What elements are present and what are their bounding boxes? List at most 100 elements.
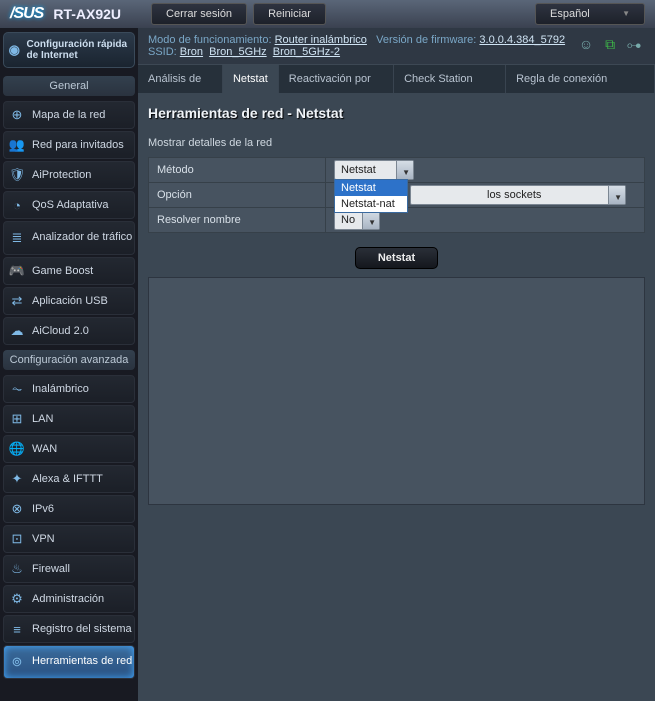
tab-analysis[interactable]: Análisis de red — [138, 65, 223, 93]
wan-icon: 🌐 — [8, 440, 26, 458]
run-netstat-button[interactable]: Netstat — [355, 247, 438, 269]
fw-label: Versión de firmware: — [376, 34, 476, 46]
nav-traffic[interactable]: ≣ Analizador de tráfico — [3, 221, 135, 255]
nav-label: VPN — [32, 533, 55, 545]
gear-icon: ⚙ — [8, 590, 26, 608]
chart-icon: ≣ — [8, 229, 26, 247]
nav-alexa[interactable]: ✦ Alexa & IFTTT — [3, 465, 135, 493]
nav-label: Red para invitados — [32, 139, 124, 151]
cloud-icon: ☁ — [8, 322, 26, 340]
nav-vpn[interactable]: ⊡ VPN — [3, 525, 135, 553]
nav-label: QoS Adaptativa — [32, 199, 108, 211]
tab-smart-connect[interactable]: Regla de conexión inteligente — [506, 65, 655, 93]
nav-label: IPv6 — [32, 503, 54, 515]
nav-label: Administración — [32, 593, 104, 605]
method-value: Netstat — [341, 164, 376, 176]
mode-value-link[interactable]: Router inalámbrico — [275, 34, 367, 46]
status-icons: ☺ ⧉ ⊶ — [579, 36, 645, 53]
tools-icon: ⊚ — [8, 653, 26, 671]
nav-label: AiProtection — [32, 169, 91, 181]
nav-label: Analizador de tráfico — [32, 231, 132, 244]
lan-icon: ⊞ — [8, 410, 26, 428]
nav-label: AiCloud 2.0 — [32, 325, 89, 337]
nav-label: Alexa & IFTTT — [32, 473, 103, 485]
method-option-netstat[interactable]: Netstat — [335, 180, 407, 196]
nav-firewall[interactable]: ♨ Firewall — [3, 555, 135, 583]
quick-setup-label: Configuración rápida de Internet — [27, 39, 134, 61]
nav-label: Game Boost — [32, 265, 93, 277]
option-select[interactable]: los sockets — [410, 185, 626, 205]
globe-icon: ◉ — [8, 41, 21, 59]
nav-network-tools[interactable]: ⊚ Herramientas de red — [3, 645, 135, 679]
language-selector[interactable]: Español — [535, 3, 645, 25]
alexa-icon: ✦ — [8, 470, 26, 488]
wifi-icon: ⏦ — [8, 380, 26, 398]
nav-lan[interactable]: ⊞ LAN — [3, 405, 135, 433]
log-icon: ≡ — [8, 620, 26, 638]
ssid3-link[interactable]: Bron_5GHz-2 — [273, 46, 340, 58]
nav-syslog[interactable]: ≡ Registro del sistema — [3, 615, 135, 643]
sidebar: ◉ Configuración rápida de Internet Gener… — [0, 28, 138, 701]
quick-setup-button[interactable]: ◉ Configuración rápida de Internet — [3, 32, 135, 68]
ssid2-link[interactable]: Bron_5GHz — [209, 46, 266, 58]
label-option: Opción — [149, 183, 326, 208]
output-textarea[interactable] — [148, 277, 645, 505]
option-value: los sockets — [417, 189, 541, 201]
nav-admin[interactable]: ⚙ Administración — [3, 585, 135, 613]
nav-qos[interactable]: ◔ QoS Adaptativa — [3, 191, 135, 219]
tab-bar: Análisis de red Netstat Reactivación por… — [138, 64, 655, 93]
nav-usb-app[interactable]: ⇄ Aplicación USB — [3, 287, 135, 315]
gauge-icon: ◔ — [8, 196, 26, 214]
map-icon: ⊕ — [8, 106, 26, 124]
mode-label: Modo de funcionamiento: — [148, 34, 272, 46]
guest-icon: 👥 — [8, 136, 26, 154]
section-general: General — [3, 76, 135, 96]
nav-ipv6[interactable]: ⊗ IPv6 — [3, 495, 135, 523]
logout-button[interactable]: Cerrar sesión — [151, 3, 247, 25]
ipv6-icon: ⊗ — [8, 500, 26, 518]
fw-value-link[interactable]: 3.0.0.4.384_5792 — [479, 34, 565, 46]
nav-guest-network[interactable]: 👥 Red para invitados — [3, 131, 135, 159]
nav-label: Mapa de la red — [32, 109, 105, 121]
method-option-netstat-nat[interactable]: Netstat-nat — [335, 196, 407, 212]
label-resolve: Resolver nombre — [149, 208, 326, 233]
label-method: Método — [149, 158, 326, 183]
ssid1-link[interactable]: Bron — [180, 46, 203, 58]
nav-label: Inalámbrico — [32, 383, 89, 395]
method-select[interactable]: Netstat — [334, 160, 414, 180]
resolve-value: No — [341, 214, 355, 226]
section-advanced: Configuración avanzada — [3, 350, 135, 370]
vpn-icon: ⊡ — [8, 530, 26, 548]
nav-label: WAN — [32, 443, 57, 455]
link-icon: ⧉ — [605, 36, 619, 52]
brand-logo: /SUS — [0, 5, 53, 23]
nav-label: Registro del sistema — [32, 623, 132, 635]
ssid-label: SSID: — [148, 46, 177, 58]
tab-wol[interactable]: Reactivación por LAN — [279, 65, 394, 93]
model-name: RT-AX92U — [53, 6, 121, 22]
reboot-button[interactable]: Reiniciar — [253, 3, 326, 25]
tab-station-status[interactable]: Check Station Status — [394, 65, 506, 93]
nav-label: Aplicación USB — [32, 295, 108, 307]
settings-table: Método Netstat Netstat Netstat-nat Opció… — [148, 157, 645, 233]
nav-wireless[interactable]: ⏦ Inalámbrico — [3, 375, 135, 403]
info-bar: Modo de funcionamiento: Router inalámbri… — [138, 28, 655, 64]
nav-aiprotection[interactable]: 🛡 AiProtection — [3, 161, 135, 189]
shield-icon: 🛡 — [8, 166, 26, 184]
nav-game-boost[interactable]: 🎮 Game Boost — [3, 257, 135, 285]
page-title: Herramientas de red - Netstat — [148, 105, 645, 121]
page-subtitle: Mostrar detalles de la red — [148, 137, 645, 149]
language-label: Español — [550, 4, 590, 24]
nav-aicloud[interactable]: ☁ AiCloud 2.0 — [3, 317, 135, 345]
nav-label: LAN — [32, 413, 53, 425]
nav-wan[interactable]: 🌐 WAN — [3, 435, 135, 463]
nav-network-map[interactable]: ⊕ Mapa de la red — [3, 101, 135, 129]
tab-netstat[interactable]: Netstat — [223, 65, 279, 93]
nav-label: Herramientas de red — [32, 655, 132, 668]
gamepad-icon: 🎮 — [8, 262, 26, 280]
nav-label: Firewall — [32, 563, 70, 575]
method-dropdown: Netstat Netstat-nat — [334, 179, 408, 213]
fire-icon: ♨ — [8, 560, 26, 578]
resolve-select[interactable]: No — [334, 210, 380, 230]
usb-icon: ⇄ — [8, 292, 26, 310]
